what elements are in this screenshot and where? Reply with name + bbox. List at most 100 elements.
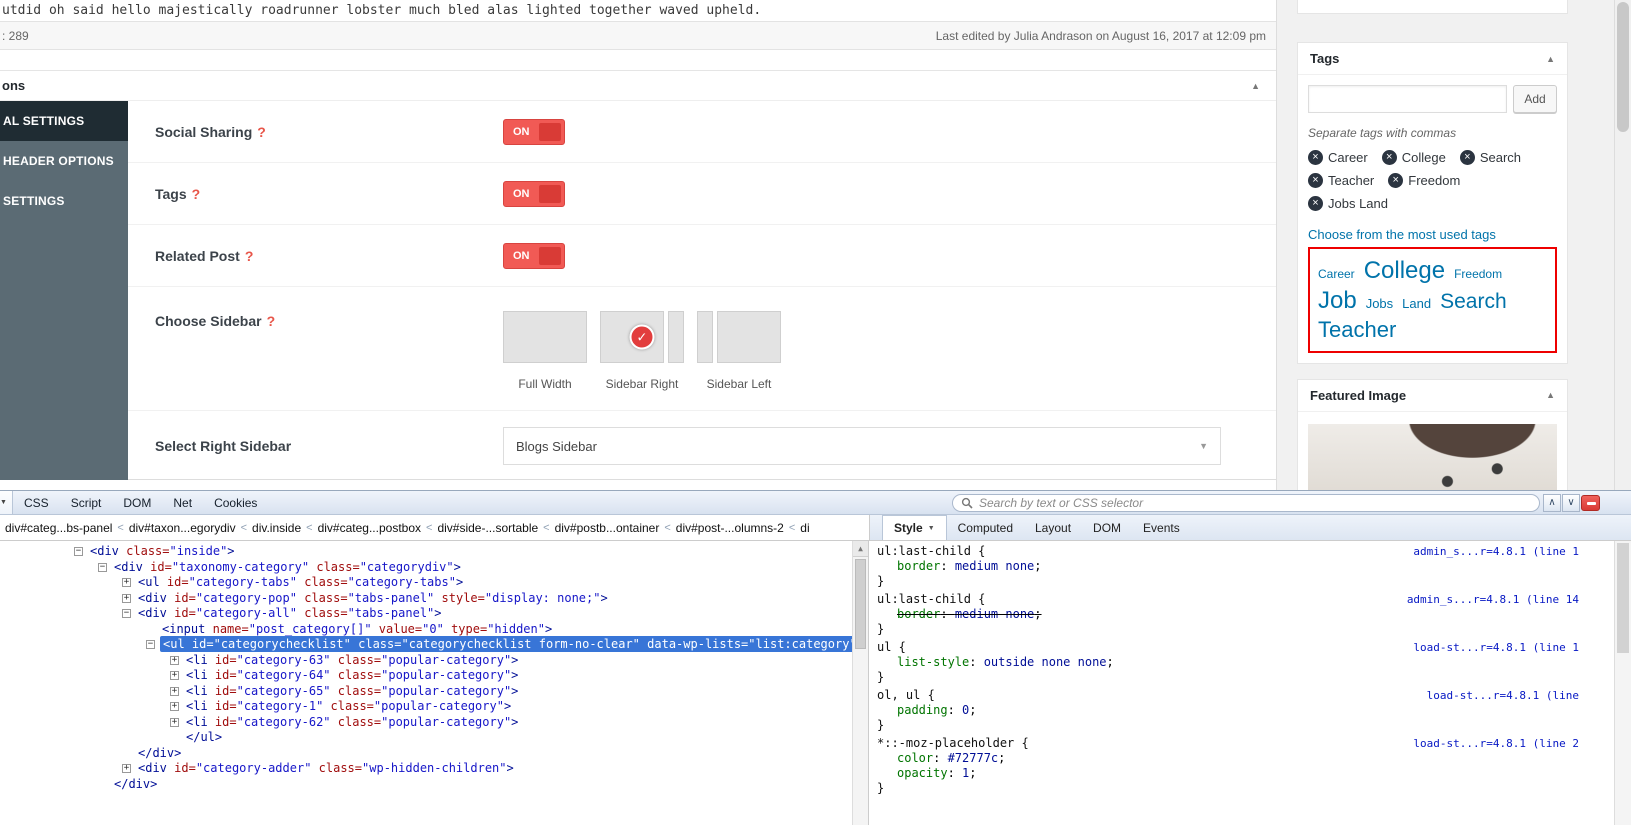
firebug-tab-cookies[interactable]: Cookies [203, 491, 268, 514]
collapse-node-icon[interactable]: − [98, 562, 107, 572]
style-panel-tab-events[interactable]: Events [1132, 515, 1191, 540]
html-tree-node[interactable]: + <li id="category-62" class="popular-cat… [0, 715, 852, 731]
collapse-node-icon[interactable]: − [146, 640, 155, 649]
expand-node-icon[interactable]: + [170, 686, 179, 696]
html-tree-node[interactable]: + <div id="category-adder" class="wp-hidd… [0, 761, 852, 777]
help-icon[interactable]: ? [245, 248, 254, 264]
node-markup[interactable]: <input name="post_category[]" value="0" … [160, 622, 554, 636]
page-scrollbar-thumb[interactable] [1617, 2, 1629, 132]
html-tree-node[interactable]: − <ul id="categorychecklist" class="categ… [0, 636, 852, 653]
expand-node-icon[interactable]: + [170, 655, 179, 665]
new-tag-input[interactable] [1308, 85, 1507, 113]
options-sidebar-item[interactable]: AL SETTINGS [0, 101, 128, 141]
html-tree-node[interactable]: − <div id="taxonomy-category" class="cate… [0, 560, 852, 576]
expand-node-icon[interactable]: + [170, 717, 179, 727]
options-metabox-header[interactable]: ons ▲ [0, 71, 1276, 101]
html-tree-node[interactable]: <input name="post_category[]" value="0" … [0, 622, 852, 638]
remove-tag-icon[interactable]: × [1308, 150, 1323, 165]
remove-tag-icon[interactable]: × [1308, 196, 1323, 211]
remove-tag-icon[interactable]: × [1459, 150, 1475, 165]
tags-metabox-header[interactable]: Tags ▲ [1298, 43, 1567, 75]
css-source-link[interactable]: load-st...r=4.8.1 (line [1427, 688, 1579, 703]
html-tree-node[interactable]: + <li id="category-64" class="popular-cat… [0, 668, 852, 684]
options-sidebar-item[interactable]: HEADER OPTIONS [0, 141, 128, 181]
style-panel-tab-dom[interactable]: DOM [1082, 515, 1132, 540]
breadcrumb-item[interactable]: div#categ...bs-panel [2, 521, 115, 535]
node-markup[interactable]: </div> [112, 777, 159, 791]
css-source-link[interactable]: load-st...r=4.8.1 (line 2 [1413, 736, 1579, 751]
breadcrumb-item[interactable]: div#side-...sortable [434, 521, 541, 535]
style-panel-tab-layout[interactable]: Layout [1024, 515, 1082, 540]
css-declaration[interactable]: border: medium none; [877, 559, 1631, 574]
css-selector[interactable]: *::-moz-placeholder [877, 736, 1014, 750]
expand-node-icon[interactable]: + [122, 764, 131, 773]
toggle-switch[interactable]: ON [503, 242, 565, 269]
expand-node-icon[interactable]: + [122, 593, 131, 603]
css-source-link[interactable]: load-st...r=4.8.1 (line 1 [1413, 640, 1579, 655]
tag-cloud-item[interactable]: Career [1318, 267, 1355, 281]
breadcrumb-item[interactable]: div#categ...postbox [315, 521, 424, 535]
sidebar-layout-option[interactable]: Full Width [503, 311, 587, 391]
html-tree-node[interactable]: </div> [0, 777, 852, 793]
html-tree-node[interactable]: + <div id="category-pop" class="tabs-pane… [0, 591, 852, 607]
html-tree-node[interactable]: − <div class="inside"> [0, 544, 852, 560]
firebug-tab-script[interactable]: Script [60, 491, 113, 514]
firebug-tab-net[interactable]: Net [162, 491, 203, 514]
collapse-arrow-icon[interactable]: ▲ [1546, 390, 1555, 400]
right-sidebar-select[interactable]: Blogs Sidebar ▼ [503, 427, 1221, 465]
node-markup[interactable]: </ul> [184, 730, 224, 744]
search-input[interactable] [979, 496, 1531, 510]
breadcrumb-item[interactable]: div.inside [249, 521, 304, 535]
css-selector[interactable]: ul:last-child [877, 544, 971, 558]
css-declaration[interactable]: color: #72777c; [877, 751, 1631, 766]
search-prev-button[interactable]: ∧ [1543, 494, 1561, 512]
node-markup[interactable]: </div> [136, 746, 183, 760]
css-selector[interactable]: ul:last-child [877, 592, 971, 606]
html-tree-node[interactable]: − <div id="category-all" class="tabs-pane… [0, 606, 852, 622]
expand-node-icon[interactable]: + [122, 578, 131, 587]
html-tree-node[interactable]: </ul> [0, 730, 852, 746]
search-next-button[interactable]: ∨ [1562, 494, 1580, 512]
collapse-node-icon[interactable]: − [74, 547, 83, 556]
remove-tag-icon[interactable]: × [1308, 173, 1323, 188]
breadcrumb-item[interactable]: di [797, 521, 812, 535]
node-markup[interactable]: <li id="category-1" class="popular-categ… [184, 699, 513, 713]
most-used-tags-link[interactable]: Choose from the most used tags [1308, 227, 1496, 242]
node-markup[interactable]: <li id="category-64" class="popular-cate… [184, 668, 520, 682]
sidebar-layout-option[interactable]: Sidebar Left [697, 311, 781, 391]
featured-image-header[interactable]: Featured Image ▲ [1298, 380, 1567, 412]
tag-cloud-item[interactable]: College [1364, 257, 1445, 284]
css-declaration[interactable]: list-style: outside none none; [877, 655, 1631, 670]
breadcrumb-item[interactable]: div#post-...olumns-2 [673, 521, 787, 535]
collapse-arrow-icon[interactable]: ▲ [1251, 81, 1260, 91]
page-scrollbar[interactable] [1614, 0, 1631, 490]
node-markup[interactable]: <div id="taxonomy-category" class="categ… [112, 560, 463, 574]
html-tree-node[interactable]: + <li id="category-1" class="popular-cate… [0, 699, 852, 715]
node-markup[interactable]: <div id="category-adder" class="wp-hidde… [136, 761, 516, 775]
scrollbar-thumb[interactable] [855, 559, 866, 649]
tag-cloud-item[interactable]: Jobs [1366, 296, 1393, 311]
html-panel-scrollbar[interactable]: ▲ [852, 541, 869, 825]
remove-tag-icon[interactable]: × [1381, 150, 1397, 165]
remove-tag-icon[interactable]: × [1388, 173, 1404, 188]
collapse-arrow-icon[interactable]: ▲ [1546, 54, 1555, 64]
html-tree-node[interactable]: </div> [0, 746, 852, 762]
collapse-node-icon[interactable]: − [122, 609, 131, 618]
html-tree-node[interactable]: + <li id="category-65" class="popular-cat… [0, 684, 852, 700]
tag-cloud-item[interactable]: Teacher [1318, 317, 1396, 342]
css-source-link[interactable]: admin_s...r=4.8.1 (line 1 [1413, 544, 1579, 559]
expand-node-icon[interactable]: + [170, 702, 179, 711]
firebug-tab-dom[interactable]: DOM [112, 491, 162, 514]
html-tree-node[interactable]: + <ul id="category-tabs" class="category-… [0, 575, 852, 591]
node-markup[interactable]: <li id="category-65" class="popular-cate… [184, 684, 520, 698]
breadcrumb-item[interactable]: div#postb...ontainer [552, 521, 663, 535]
featured-image-thumbnail[interactable] [1308, 423, 1557, 490]
breadcrumb-item[interactable]: div#taxon...egorydiv [126, 521, 239, 535]
firebug-deactivate-button[interactable] [1581, 495, 1600, 511]
firebug-partial-html-tab[interactable]: ▼ [0, 491, 13, 514]
sidebar-layout-option[interactable]: ✓ Sidebar Right [600, 311, 684, 391]
options-sidebar-item[interactable]: SETTINGS [0, 181, 128, 221]
css-selector[interactable]: ul [877, 640, 891, 654]
node-markup[interactable]: <li id="category-63" class="popular-cate… [184, 653, 520, 667]
node-markup[interactable]: <div id="category-all" class="tabs-panel… [136, 606, 444, 620]
